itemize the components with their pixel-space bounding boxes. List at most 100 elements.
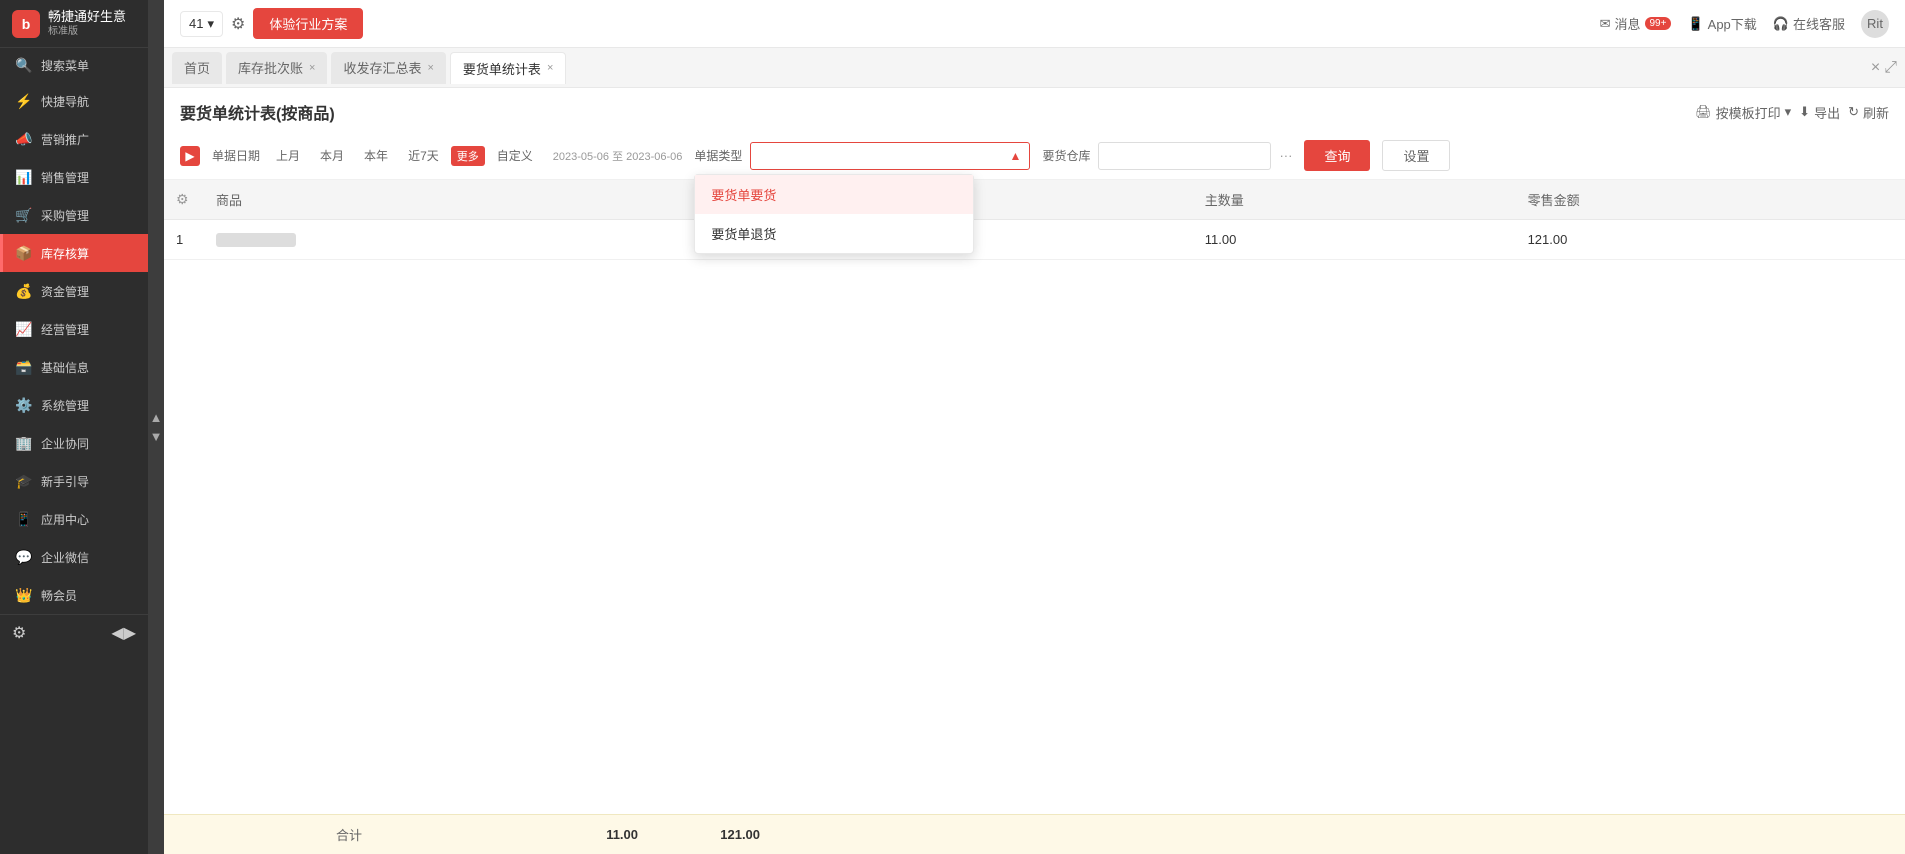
type-filter-label: 单据类型 xyxy=(694,147,742,164)
tab-close-all-icon[interactable]: × xyxy=(1871,59,1880,77)
header-right: ✉ 消息 99+ 📱 App下载 🎧 在线客服 Rit xyxy=(1600,10,1889,38)
type-filter-input[interactable]: ▲ xyxy=(750,142,1030,170)
tab-inventory-batch[interactable]: 库存批次账 × xyxy=(226,52,327,84)
system-icon: ⚙️ xyxy=(15,396,33,414)
footer-amount: 121.00 xyxy=(680,827,760,842)
sidebar-item-app-center[interactable]: 📱 应用中心 xyxy=(0,500,148,538)
cell-num: 1 xyxy=(164,220,204,260)
table-header-row: ⚙ 商品 主计量单位 主数量 零售金额 xyxy=(164,180,1905,220)
app-name: 畅捷通好生意 标准版 xyxy=(48,9,126,39)
cell-product xyxy=(204,220,737,260)
tab-receipts-summary[interactable]: 收发存汇总表 × xyxy=(331,52,445,84)
page-area: 要货单统计表(按商品) 🖨 按模板打印 ▾ ⬇ 导出 ↻ 刷新 ▶ xyxy=(164,88,1905,854)
dropdown-item-order-goods[interactable]: 要货单要货 xyxy=(695,175,973,214)
dropdown-item-order-return[interactable]: 要货单退货 xyxy=(695,214,973,253)
tab-expand-icon[interactable]: ⤢ xyxy=(1884,59,1897,77)
date-filter-label: 单据日期 xyxy=(212,147,260,164)
sidebar-item-base[interactable]: 🗃️ 基础信息 xyxy=(0,348,148,386)
warehouse-filter-section: 要货仓库 ··· xyxy=(1042,142,1292,170)
sidebar-item-member[interactable]: 👑 畅会员 xyxy=(0,576,148,614)
page-actions: 🖨 按模板打印 ▾ ⬇ 导出 ↻ 刷新 xyxy=(1695,103,1889,122)
table-row: 1 块 11.00 121.00 xyxy=(164,220,1905,260)
search-icon: 🔍 xyxy=(15,56,33,74)
sidebar-item-marketing[interactable]: 📣 营销推广 xyxy=(0,120,148,158)
sidebar-item-sales[interactable]: 📊 销售管理 xyxy=(0,158,148,196)
sidebar-item-enterprise[interactable]: 🏢 企业协同 xyxy=(0,424,148,462)
date-btn-this-month[interactable]: 本月 xyxy=(312,144,352,167)
table-footer: 合计 11.00 121.00 xyxy=(164,814,1905,854)
type-filter-section: 单据类型 ▲ 要货单要货 要货单退货 xyxy=(694,142,1030,170)
page-title: 要货单统计表(按商品) xyxy=(180,100,335,124)
col-quantity: 主数量 xyxy=(1193,180,1516,220)
filter-expand-button[interactable]: ▶ xyxy=(180,146,200,166)
filter-bar: ▶ 单据日期 上月 本月 本年 近7天 更多 自定义 2023-05-06 至 … xyxy=(164,132,1905,180)
page-header: 要货单统计表(按商品) 🖨 按模板打印 ▾ ⬇ 导出 ↻ 刷新 xyxy=(164,88,1905,132)
sidebar-item-inventory[interactable]: 📦 库存核算 xyxy=(0,234,148,272)
product-blurred xyxy=(216,233,296,247)
tab-close-receipts-summary[interactable]: × xyxy=(427,62,433,74)
inventory-icon: 📦 xyxy=(15,244,33,262)
print-button[interactable]: 🖨 按模板打印 ▾ xyxy=(1695,103,1791,122)
online-service-action[interactable]: 🎧 在线客服 xyxy=(1773,14,1845,33)
guide-icon: 🎓 xyxy=(15,472,33,490)
header-settings-icon[interactable]: ⚙ xyxy=(231,14,245,34)
settings-bottom-icon[interactable]: ⚙ xyxy=(12,623,26,643)
warehouse-filter-input[interactable] xyxy=(1098,142,1271,170)
sidebar-item-wechat[interactable]: 💬 企业微信 xyxy=(0,538,148,576)
sidebar: b 畅捷通好生意 标准版 🔍 搜索菜单 ⚡ 快捷导航 📣 营销推广 📊 销售管理… xyxy=(0,0,148,854)
more-options-icon[interactable]: ··· xyxy=(1279,148,1292,163)
table-settings-icon[interactable]: ⚙ xyxy=(176,191,189,207)
type-filter-text[interactable] xyxy=(759,149,1009,163)
wechat-icon: 💬 xyxy=(15,548,33,566)
sidebar-item-operation[interactable]: 📈 经营管理 xyxy=(0,310,148,348)
date-btn-7days[interactable]: 近7天 xyxy=(400,144,447,167)
sidebar-item-purchase[interactable]: 🛒 采购管理 xyxy=(0,196,148,234)
cell-amount: 121.00 xyxy=(1516,220,1905,260)
warehouse-filter-label: 要货仓库 xyxy=(1042,147,1090,164)
store-selector[interactable]: 41 ▾ xyxy=(180,11,223,37)
scroll-up-icon[interactable]: ▲ xyxy=(150,410,163,425)
col-product: 商品 xyxy=(204,180,737,220)
export-button[interactable]: ⬇ 导出 xyxy=(1799,103,1840,122)
message-action[interactable]: ✉ 消息 99+ xyxy=(1600,14,1672,33)
store-dropdown-icon: ▾ xyxy=(207,16,214,32)
top-header: 41 ▾ ⚙ 体验行业方案 ✉ 消息 99+ 📱 App下载 🎧 在线客服 Ri… xyxy=(164,0,1905,48)
download-icon: 📱 xyxy=(1687,16,1703,32)
refresh-button[interactable]: ↻ 刷新 xyxy=(1848,103,1889,122)
data-table: ⚙ 商品 主计量单位 主数量 零售金额 xyxy=(164,180,1905,260)
member-icon: 👑 xyxy=(15,586,33,604)
app-center-icon: 📱 xyxy=(15,510,33,528)
query-button[interactable]: 查询 xyxy=(1304,140,1370,171)
col-settings: ⚙ xyxy=(164,180,204,220)
date-btn-this-year[interactable]: 本年 xyxy=(356,144,396,167)
sidebar-item-finance[interactable]: 💰 资金管理 xyxy=(0,272,148,310)
type-dropdown-arrow[interactable]: ▲ xyxy=(1010,149,1022,163)
date-btn-prev-month[interactable]: 上月 xyxy=(268,144,308,167)
print-dropdown-icon[interactable]: ▾ xyxy=(1785,104,1792,120)
tab-home[interactable]: 首页 xyxy=(172,52,222,84)
sidebar-item-quick-nav[interactable]: ⚡ 快捷导航 xyxy=(0,82,148,120)
trial-button[interactable]: 体验行业方案 xyxy=(253,8,363,39)
sidebar-item-system[interactable]: ⚙️ 系统管理 xyxy=(0,386,148,424)
print-icon: 🖨 xyxy=(1695,104,1712,120)
scroll-down-icon[interactable]: ▼ xyxy=(150,429,163,444)
settings-button[interactable]: 设置 xyxy=(1382,140,1450,171)
base-icon: 🗃️ xyxy=(15,358,33,376)
table-body: 1 块 11.00 121.00 xyxy=(164,220,1905,260)
app-download-action[interactable]: 📱 App下载 xyxy=(1687,14,1756,33)
sidebar-item-search[interactable]: 🔍 搜索菜单 xyxy=(0,48,148,82)
footer-quantity: 11.00 xyxy=(558,827,638,842)
collapse-sidebar-icon[interactable]: ◀▶ xyxy=(111,623,136,643)
sidebar-item-guide[interactable]: 🎓 新手引导 xyxy=(0,462,148,500)
tab-close-inventory-batch[interactable]: × xyxy=(309,62,315,74)
tab-order-stats[interactable]: 要货单统计表 × xyxy=(450,52,566,84)
sidebar-scroll-buttons[interactable]: ▲ ▼ xyxy=(148,0,164,854)
date-btn-more[interactable]: 更多 xyxy=(451,146,485,166)
enterprise-icon: 🏢 xyxy=(15,434,33,452)
tab-close-order-stats[interactable]: × xyxy=(547,62,553,74)
date-btn-custom[interactable]: 自定义 xyxy=(489,144,541,167)
header-left: 41 ▾ ⚙ 体验行业方案 xyxy=(180,8,363,39)
date-filter-section: 单据日期 上月 本月 本年 近7天 更多 自定义 2023-05-06 至 20… xyxy=(212,144,682,167)
user-avatar[interactable]: Rit xyxy=(1861,10,1889,38)
tab-bar: 首页 库存批次账 × 收发存汇总表 × 要货单统计表 × × ⤢ xyxy=(164,48,1905,88)
